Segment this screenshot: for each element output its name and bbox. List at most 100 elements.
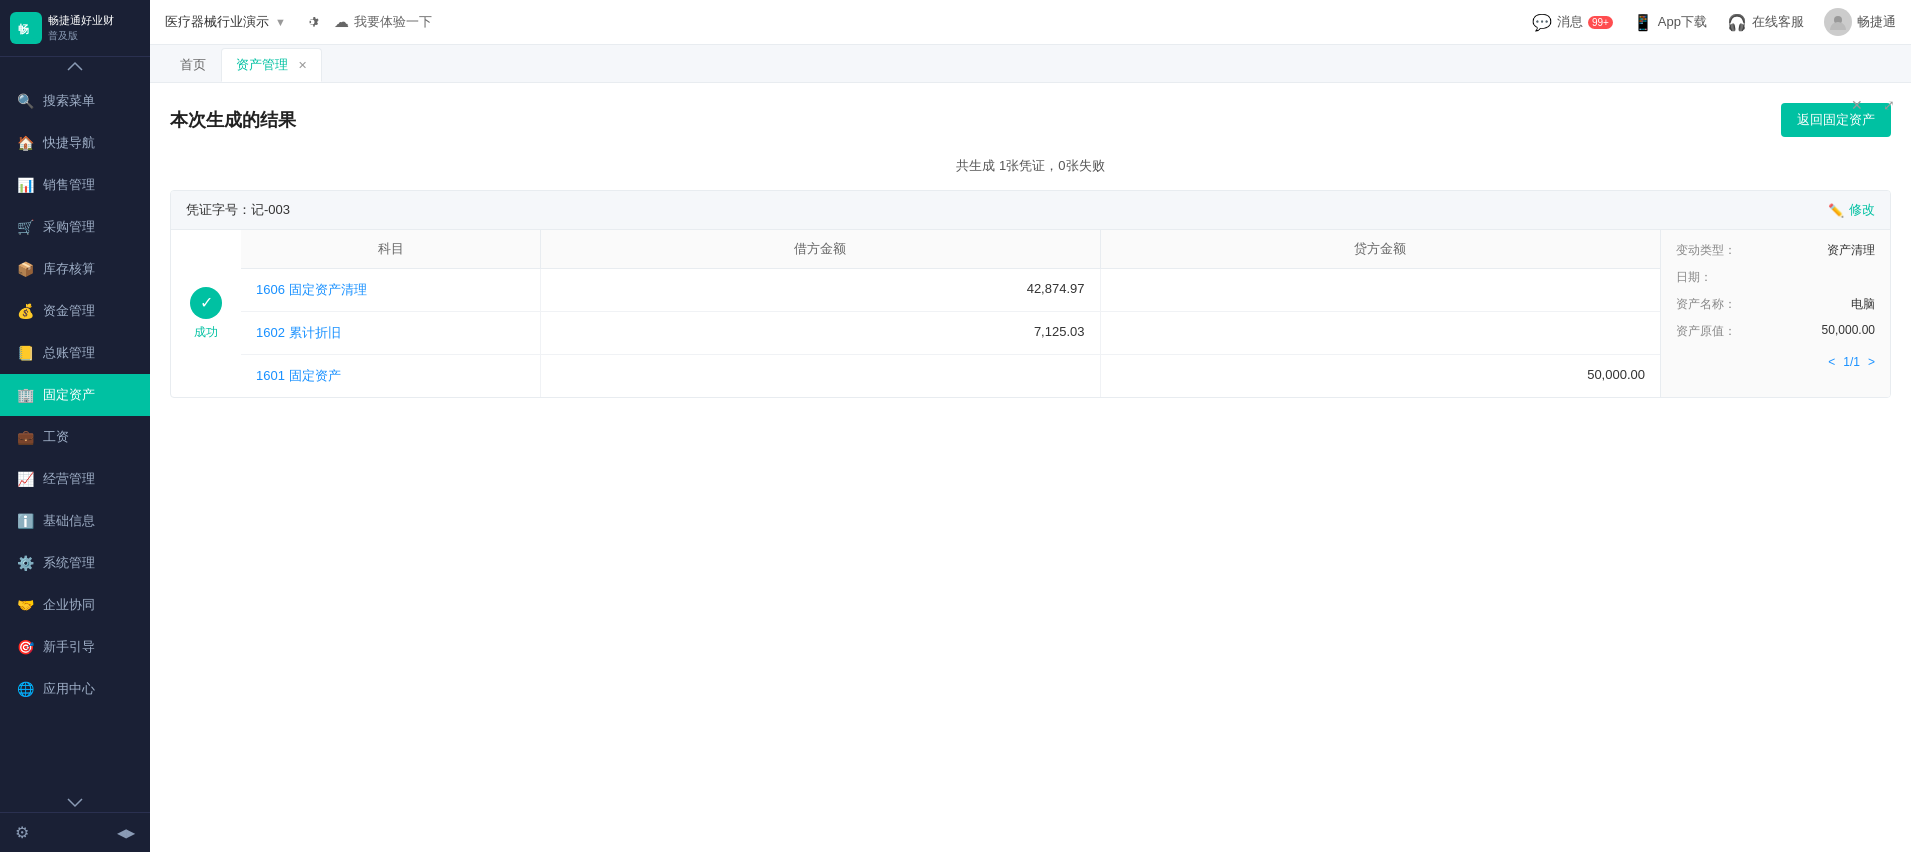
cell-credit-3: 50,000.00	[1101, 355, 1661, 397]
voucher-card: 凭证字号：记-003 ✏️ 修改 ✓ 成功 科目 借方	[170, 190, 1891, 398]
page-title: 本次生成的结果	[170, 108, 296, 132]
search-icon: 🔍	[15, 91, 35, 111]
edit-button[interactable]: ✏️ 修改	[1828, 201, 1875, 219]
sidebar-bottom: ⚙ ◀▶	[0, 812, 150, 852]
support-button[interactable]: 🎧 在线客服	[1727, 13, 1804, 32]
sidebar-item-label: 资金管理	[43, 302, 95, 320]
main-area: 医疗器械行业演示 ▼ ☁ 我要体验一下 💬 消息 99+ 📱 App下载 🎧	[150, 0, 1911, 852]
pagination: < 1/1 >	[1676, 355, 1875, 369]
sidebar-item-basicinfo[interactable]: ℹ️ 基础信息	[0, 500, 150, 542]
sidebar-item-operations[interactable]: 📈 经营管理	[0, 458, 150, 500]
appdownload-button[interactable]: 📱 App下载	[1633, 13, 1707, 32]
inventory-icon: 📦	[15, 259, 35, 279]
workspace-name: 医疗器械行业演示	[165, 13, 269, 31]
sidebar-item-sysadmin[interactable]: ⚙️ 系统管理	[0, 542, 150, 584]
tab-close-button[interactable]: ✕	[298, 59, 307, 72]
sidebar-item-sales[interactable]: 📊 销售管理	[0, 164, 150, 206]
chevron-down-icon: ▼	[275, 16, 286, 28]
voucher-table: 科目 借方金额 贷方金额 1606 固定资产清理 42,874.97 1602 …	[241, 230, 1660, 397]
tab-home[interactable]: 首页	[165, 48, 221, 82]
sidebar-item-quicknav[interactable]: 🏠 快捷导航	[0, 122, 150, 164]
sidebar-item-label: 应用中心	[43, 680, 95, 698]
message-badge: 99+	[1588, 16, 1613, 29]
sidebar-item-label: 库存核算	[43, 260, 95, 278]
top-header: 医疗器械行业演示 ▼ ☁ 我要体验一下 💬 消息 99+ 📱 App下载 🎧	[150, 0, 1911, 45]
sidebar-item-label: 快捷导航	[43, 134, 95, 152]
tabs-bar: 首页 资产管理 ✕	[150, 45, 1911, 83]
page-indicator: 1/1	[1843, 355, 1860, 369]
collapse-button[interactable]: ◀▶	[117, 826, 135, 840]
sidebar-item-finance[interactable]: 💰 资金管理	[0, 290, 150, 332]
ledger-icon: 📒	[15, 343, 35, 363]
panel-controls: ✕ ⤢	[1845, 93, 1901, 117]
sidebar-nav: 🔍 搜索菜单 🏠 快捷导航 📊 销售管理 🛒 采购管理 📦 库存核算 💰 资金管…	[0, 75, 150, 794]
username: 畅捷通	[1857, 13, 1896, 31]
tab-home-label: 首页	[180, 56, 206, 74]
guide-icon: 🎯	[15, 637, 35, 657]
sidebar-item-salary[interactable]: 💼 工资	[0, 416, 150, 458]
messages-label: 消息	[1557, 13, 1583, 31]
sidebar-item-label: 基础信息	[43, 512, 95, 530]
gear-button[interactable]	[298, 8, 326, 36]
basicinfo-icon: ℹ️	[15, 511, 35, 531]
sidebar-item-label: 经营管理	[43, 470, 95, 488]
purchase-icon: 🛒	[15, 217, 35, 237]
close-panel-button[interactable]: ✕	[1845, 93, 1869, 117]
page-header: 本次生成的结果 返回固定资产	[170, 103, 1891, 137]
content-area: ✕ ⤢ 本次生成的结果 返回固定资产 共生成 1张凭证，0张失败 凭证字号：记-…	[150, 83, 1911, 852]
cell-subject-2: 1602 累计折旧	[241, 312, 541, 354]
change-type-row: 变动类型： 资产清理	[1676, 242, 1875, 259]
cell-debit-1: 42,874.97	[541, 269, 1101, 311]
tab-assets[interactable]: 资产管理 ✕	[221, 48, 322, 82]
appdownload-label: App下载	[1658, 13, 1707, 31]
sidebar: 畅 畅捷通好业财 普及版 🔍 搜索菜单 🏠 快捷导航 📊 销售管理 🛒 采购管理	[0, 0, 150, 852]
sidebar-item-fixedassets[interactable]: 🏢 固定资产	[0, 374, 150, 416]
voucher-number: 凭证字号：记-003	[186, 201, 290, 219]
experience-button[interactable]: ☁ 我要体验一下	[326, 9, 440, 35]
result-summary: 共生成 1张凭证，0张失败	[170, 157, 1891, 175]
cell-credit-1	[1101, 269, 1661, 311]
settings-button[interactable]: ⚙	[15, 823, 29, 842]
edit-icon: ✏️	[1828, 203, 1844, 218]
finance-icon: 💰	[15, 301, 35, 321]
sidebar-item-ledger[interactable]: 📒 总账管理	[0, 332, 150, 374]
tab-assets-label: 资产管理	[236, 56, 288, 74]
scroll-up-button[interactable]	[0, 57, 150, 75]
success-icon: ✓	[190, 287, 222, 319]
sidebar-item-appcenter[interactable]: 🌐 应用中心	[0, 668, 150, 710]
sidebar-item-enterprise[interactable]: 🤝 企业协同	[0, 584, 150, 626]
sysadmin-icon: ⚙️	[15, 553, 35, 573]
cell-subject-1: 1606 固定资产清理	[241, 269, 541, 311]
asset-name-value: 电脑	[1851, 296, 1875, 313]
original-value-value: 50,000.00	[1822, 323, 1875, 340]
original-value-label: 资产原值：	[1676, 323, 1736, 340]
sidebar-item-guide[interactable]: 🎯 新手引导	[0, 626, 150, 668]
cell-debit-2: 7,125.03	[541, 312, 1101, 354]
cell-subject-3: 1601 固定资产	[241, 355, 541, 397]
header-right: 💬 消息 99+ 📱 App下载 🎧 在线客服 畅捷通	[1532, 8, 1896, 36]
sidebar-item-inventory[interactable]: 📦 库存核算	[0, 248, 150, 290]
expand-panel-button[interactable]: ⤢	[1877, 93, 1901, 117]
change-type-value: 资产清理	[1827, 242, 1875, 259]
change-type-label: 变动类型：	[1676, 242, 1736, 259]
messages-button[interactable]: 💬 消息 99+	[1532, 13, 1613, 32]
operations-icon: 📈	[15, 469, 35, 489]
sidebar-item-purchase[interactable]: 🛒 采购管理	[0, 206, 150, 248]
logo-title: 畅捷通好业财	[48, 13, 114, 28]
user-profile[interactable]: 畅捷通	[1824, 8, 1896, 36]
asset-name-label: 资产名称：	[1676, 296, 1736, 313]
sales-icon: 📊	[15, 175, 35, 195]
col-debit: 借方金额	[541, 230, 1101, 268]
headset-icon: 🎧	[1727, 13, 1747, 32]
side-info-panel: 变动类型： 资产清理 日期： 资产名称： 电脑 资产原值： 50,000.00	[1660, 230, 1890, 397]
enterprise-icon: 🤝	[15, 595, 35, 615]
voucher-body: ✓ 成功 科目 借方金额 贷方金额 1606 固定资产清理 42,874.97	[171, 230, 1890, 397]
scroll-down-button[interactable]	[0, 794, 150, 812]
next-page-button[interactable]: >	[1868, 355, 1875, 369]
prev-page-button[interactable]: <	[1828, 355, 1835, 369]
support-label: 在线客服	[1752, 13, 1804, 31]
workspace-selector[interactable]: 医疗器械行业演示 ▼	[165, 13, 286, 31]
appcenter-icon: 🌐	[15, 679, 35, 699]
sidebar-item-search[interactable]: 🔍 搜索菜单	[0, 80, 150, 122]
sidebar-item-label: 总账管理	[43, 344, 95, 362]
